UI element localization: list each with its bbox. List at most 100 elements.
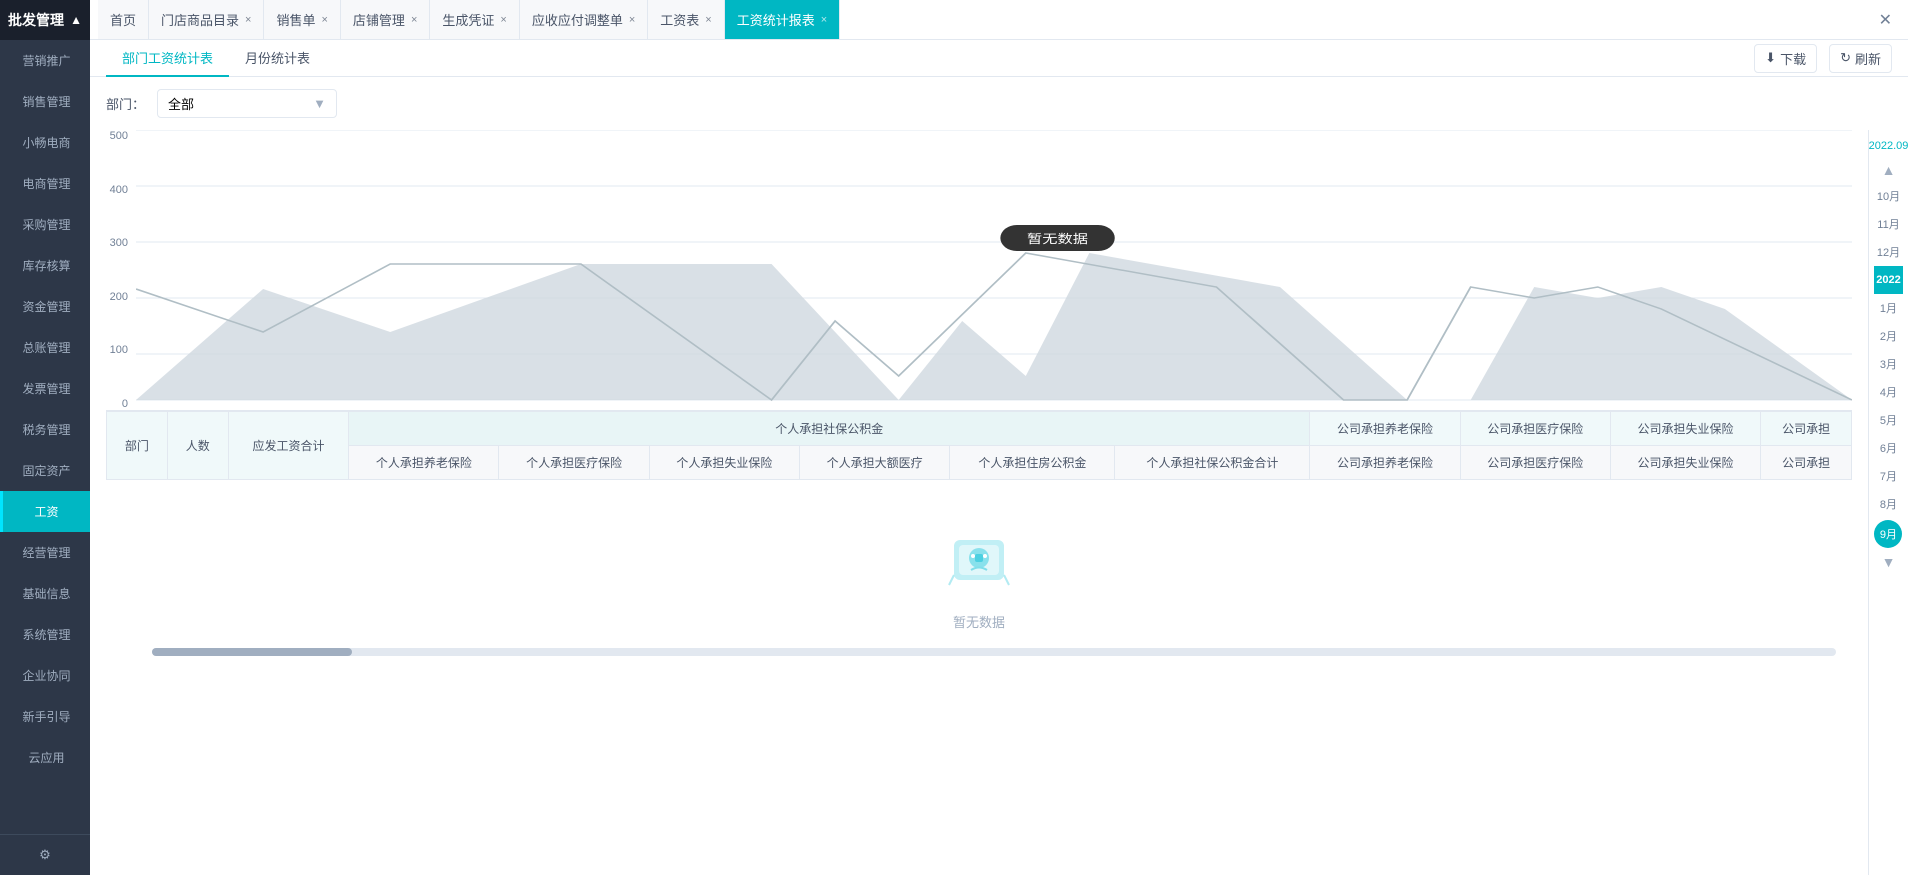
col-personal-unemploy: 个人承担失业保险	[649, 446, 799, 480]
sidebar-title: 批发管理	[8, 10, 64, 30]
tab-门店商品目录[interactable]: 门店商品目录×	[149, 0, 264, 40]
empty-label: 暂无数据	[953, 612, 1005, 631]
col-personal-medical: 个人承担医疗保险	[499, 446, 649, 480]
sidebar-item-资金管理[interactable]: 资金管理	[0, 286, 90, 327]
page-content: 部门工资统计表 月份统计表 ⬇ 下载 ↻ 刷新 部门： 全部 ▼	[90, 40, 1908, 875]
timeline-month-6月[interactable]: 6月	[1874, 434, 1902, 462]
timeline-month-12月[interactable]: 12月	[1874, 238, 1902, 266]
empty-state: 暂无数据	[106, 480, 1852, 640]
col-group-personal: 个人承担社保公积金	[349, 412, 1310, 446]
timeline-current-label: 2022.09	[1868, 134, 1908, 158]
tab-month-stats[interactable]: 月份统计表	[229, 40, 326, 77]
timeline-year-active[interactable]: 2022	[1874, 266, 1902, 294]
sidebar-item-工资[interactable]: 工资	[0, 491, 90, 532]
empty-illustration	[939, 520, 1019, 600]
sidebar-footer-settings[interactable]: ⚙	[0, 834, 90, 875]
timeline-month-3月[interactable]: 3月	[1874, 350, 1902, 378]
tab-销售单[interactable]: 销售单×	[264, 0, 340, 40]
tab-首页[interactable]: 首页	[98, 0, 149, 40]
tab-close-icon[interactable]: ×	[411, 14, 417, 26]
col-salary-total: 应发工资合计	[228, 412, 348, 480]
col-company-unemploy: 公司承担失业保险	[1610, 412, 1760, 446]
sidebar-item-库存核算[interactable]: 库存核算	[0, 245, 90, 286]
dept-select-value: 全部	[168, 94, 194, 113]
timeline-month-active[interactable]: 9月	[1874, 520, 1902, 548]
refresh-button[interactable]: ↻ 刷新	[1829, 44, 1892, 73]
col-count: 人数	[167, 412, 228, 480]
filter-row: 部门： 全部 ▼	[90, 77, 1908, 130]
col-company-unemploy2: 公司承担失业保险	[1610, 446, 1760, 480]
y-label-200: 200	[106, 291, 128, 303]
col-company-other: 公司承担	[1761, 412, 1852, 446]
sidebar-item-系统管理[interactable]: 系统管理	[0, 614, 90, 655]
sidebar-header[interactable]: 批发管理 ▲	[0, 0, 90, 40]
sidebar-item-电商管理[interactable]: 电商管理	[0, 163, 90, 204]
sidebar-item-销售管理[interactable]: 销售管理	[0, 81, 90, 122]
tab-bar-actions: ✕	[1871, 6, 1900, 34]
tab-生成凭证[interactable]: 生成凭证×	[430, 0, 519, 40]
sidebar-item-云应用[interactable]: 云应用	[0, 737, 90, 778]
y-label-400: 400	[106, 184, 128, 196]
sub-tabs: 部门工资统计表 月份统计表	[106, 40, 326, 76]
main-content: 首页门店商品目录×销售单×店铺管理×生成凭证×应收应付调整单×工资表×工资统计报…	[90, 0, 1908, 875]
col-company-pension2: 公司承担养老保险	[1310, 446, 1460, 480]
sidebar-item-固定资产[interactable]: 固定资产	[0, 450, 90, 491]
col-dept: 部门	[107, 412, 168, 480]
timeline-month-11月[interactable]: 11月	[1874, 210, 1902, 238]
sidebar-item-营销推广[interactable]: 营销推广	[0, 40, 90, 81]
col-personal-housing: 个人承担住房公积金	[950, 446, 1115, 480]
timeline-month-2月[interactable]: 2月	[1874, 322, 1902, 350]
sidebar-item-总账管理[interactable]: 总账管理	[0, 327, 90, 368]
col-personal-major-medical: 个人承担大额医疗	[799, 446, 949, 480]
tab-店铺管理[interactable]: 店铺管理×	[341, 0, 430, 40]
sidebar-item-新手引导[interactable]: 新手引导	[0, 696, 90, 737]
sidebar-item-发票管理[interactable]: 发票管理	[0, 368, 90, 409]
chart-svg: 暂无数据	[136, 130, 1852, 410]
tab-close-icon[interactable]: ×	[629, 14, 635, 26]
table-scrollbar-thumb[interactable]	[152, 648, 352, 656]
tab-close-icon[interactable]: ×	[705, 14, 711, 26]
y-label-300: 300	[106, 237, 128, 249]
svg-text:暂无数据: 暂无数据	[1027, 233, 1088, 246]
chart-area: 500 400 300 200 100 0	[90, 130, 1868, 875]
sidebar-item-企业协同[interactable]: 企业协同	[0, 655, 90, 696]
col-personal-pension: 个人承担养老保险	[349, 446, 499, 480]
toolbar-right: ⬇ 下载 ↻ 刷新	[1754, 44, 1892, 73]
dept-select[interactable]: 全部 ▼	[157, 89, 337, 118]
sidebar-item-基础信息[interactable]: 基础信息	[0, 573, 90, 614]
download-button[interactable]: ⬇ 下载	[1754, 44, 1817, 73]
sidebar-item-经营管理[interactable]: 经营管理	[0, 532, 90, 573]
timeline-up-nav[interactable]: ▲	[1877, 158, 1901, 182]
sidebar-item-小畅电商[interactable]: 小畅电商	[0, 122, 90, 163]
tab-bar: 首页门店商品目录×销售单×店铺管理×生成凭证×应收应付调整单×工资表×工资统计报…	[90, 0, 1908, 40]
tab-close-icon[interactable]: ×	[821, 14, 827, 26]
col-company-medical: 公司承担医疗保险	[1460, 412, 1610, 446]
tab-dept-stats[interactable]: 部门工资统计表	[106, 40, 229, 77]
close-window-icon[interactable]: ✕	[1871, 6, 1900, 34]
tab-close-icon[interactable]: ×	[321, 14, 327, 26]
sidebar: 批发管理 ▲ 营销推广销售管理小畅电商电商管理采购管理库存核算资金管理总账管理发…	[0, 0, 90, 875]
sidebar-toggle-icon[interactable]: ▲	[70, 13, 82, 27]
timeline-month-7月[interactable]: 7月	[1874, 462, 1902, 490]
timeline-sidebar: 2022.09 ▲ 10月11月12月20221月2月3月4月5月6月7月8月9…	[1868, 130, 1908, 875]
timeline-down-nav[interactable]: ▼	[1877, 550, 1901, 574]
chevron-down-icon: ▼	[313, 96, 326, 111]
tab-工资统计报表[interactable]: 工资统计报表×	[725, 0, 840, 40]
tab-工资表[interactable]: 工资表×	[648, 0, 724, 40]
dept-label: 部门：	[106, 94, 145, 113]
sidebar-item-税务管理[interactable]: 税务管理	[0, 409, 90, 450]
tab-应收应付调整单[interactable]: 应收应付调整单×	[520, 0, 648, 40]
timeline-month-8月[interactable]: 8月	[1874, 490, 1902, 518]
col-company-other2: 公司承担	[1761, 446, 1852, 480]
table-scrollbar[interactable]	[152, 648, 1836, 656]
table-area: 部门 人数 应发工资合计 个人承担社保公积金 公司承担养老保险 公司承担医疗保险…	[106, 410, 1852, 640]
timeline-month-4月[interactable]: 4月	[1874, 378, 1902, 406]
timeline-month-10月[interactable]: 10月	[1874, 182, 1902, 210]
tab-close-icon[interactable]: ×	[500, 14, 506, 26]
timeline-month-5月[interactable]: 5月	[1874, 406, 1902, 434]
timeline-month-1月[interactable]: 1月	[1874, 294, 1902, 322]
col-company-pension: 公司承担养老保险	[1310, 412, 1460, 446]
tab-close-icon[interactable]: ×	[245, 14, 251, 26]
sidebar-item-采购管理[interactable]: 采购管理	[0, 204, 90, 245]
y-label-100: 100	[106, 344, 128, 356]
